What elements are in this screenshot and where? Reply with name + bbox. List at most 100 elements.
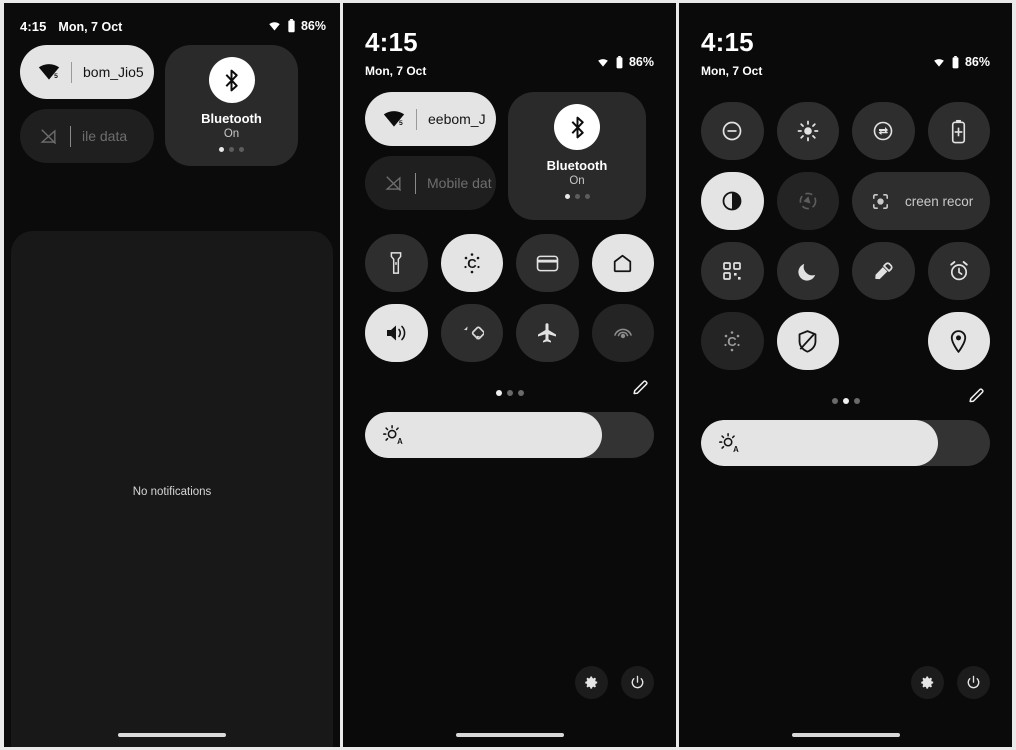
no-notifications-label: No notifications [132,486,212,498]
tile-pager-dots[interactable] [495,389,524,396]
color-temperature-c-icon: C [459,250,485,276]
settings-button[interactable] [911,666,944,699]
auto-rotate-tile[interactable] [440,304,503,362]
status-date: Mon, 7 Oct [58,19,123,34]
gesture-nav-bar[interactable] [4,733,340,737]
flashlight-tile[interactable] [365,234,428,292]
wifi-chip[interactable]: 5 eebom_J [365,92,496,146]
sound-tile[interactable] [365,304,428,362]
do-not-disturb-tile[interactable] [701,102,764,160]
color-temperature-tile[interactable]: C [440,234,503,292]
bluetooth-tile-title: Bluetooth [546,158,608,173]
panel-expanded-quick-settings-page1: 4:15 Mon, 7 Oct 86% 5 eebom_J Mobile dat… [343,3,676,747]
chip-divider [416,108,417,130]
screen-record-tile[interactable]: creen recor [852,172,990,230]
chip-divider [70,125,71,147]
notification-shade: No notifications [11,231,333,747]
quick-settings-top-row: 5 eebom_J Mobile dat Bluetooth On [343,78,676,220]
screenshot-root: 4:15 Mon, 7 Oct 86% 5 bom_Jio5 ile data … [0,0,1016,750]
quick-settings-header: 4:15 Mon, 7 Oct 86% [343,3,676,78]
svg-text:C: C [728,334,738,349]
shade-footer-buttons [911,666,990,699]
edit-tiles-button[interactable] [631,378,650,397]
gesture-nav-bar[interactable] [679,733,1012,737]
chip-divider [71,61,72,83]
wifi-chip[interactable]: 5 bom_Jio5 [20,45,154,99]
svg-text:A: A [397,437,403,446]
settings-button[interactable] [575,666,608,699]
chip-divider [415,172,416,194]
nearby-share-tile[interactable] [776,172,839,230]
clock-time[interactable]: 4:15 [365,29,656,55]
bluetooth-tile-pager [564,194,590,199]
clock-time[interactable]: 4:15 [701,29,992,55]
alarm-tile[interactable] [927,242,990,300]
airplane-icon [535,321,559,345]
brightness-slider-fill: A [701,420,938,466]
status-bar: 4:15 Mon, 7 Oct 86% [4,3,340,37]
color-correction-tile[interactable]: C [701,312,764,370]
mobile-data-chip[interactable]: ile data [20,109,154,163]
mobile-data-chip-label: Mobile dat [427,175,492,191]
battery-saver-tile[interactable] [927,102,990,160]
color-inversion-tile[interactable] [701,172,764,230]
bluetooth-tile[interactable]: Bluetooth On [165,45,298,166]
color-temperature-c-icon: C [719,328,745,354]
mobile-data-off-icon [38,127,59,146]
battery-percent: 86% [964,55,990,69]
shield-icon [796,329,819,354]
power-button[interactable] [621,666,654,699]
quick-settings-top-row: 5 bom_Jio5 ile data Bluetooth On [4,37,340,166]
mobile-data-chip[interactable]: Mobile dat [365,156,496,210]
vpn-tile[interactable] [776,312,839,370]
auto-rotate-icon [460,321,484,345]
auto-brightness-icon: A [382,424,404,446]
tile-pager-dots[interactable] [831,397,860,404]
data-saver-tile[interactable] [852,102,915,160]
quick-settings-header: 4:15 Mon, 7 Oct 86% [679,3,1012,78]
alarm-clock-icon [947,259,971,283]
qr-scanner-tile[interactable] [701,242,764,300]
wifi-signal-icon: 5 [383,110,405,128]
brightness-slider[interactable]: A [701,420,990,466]
eyedropper-icon [872,260,895,283]
bluetooth-tile-state: On [569,175,585,187]
svg-text:5: 5 [399,120,403,127]
brightness-slider-fill: A [365,412,602,458]
brightness-slider-wrapper: A [679,408,1012,466]
battery-icon [287,19,296,33]
nearby-share-icon [796,189,820,213]
hotspot-tile[interactable] [591,304,654,362]
battery-percent: 86% [628,55,654,69]
status-icons: 86% [596,55,654,69]
bluetooth-tile[interactable]: Bluetooth On [508,92,646,220]
bluetooth-tile-pager [219,147,244,152]
gesture-nav-bar[interactable] [343,733,676,737]
svg-text:C: C [467,256,477,271]
tile-pager-row [679,386,1012,408]
airplane-mode-tile[interactable] [516,304,579,362]
empty-tile-slot [852,312,915,370]
battery-icon [615,55,624,69]
battery-percent: 86% [300,19,326,33]
bluetooth-tile-state: On [223,128,240,140]
wifi-icon [596,57,610,68]
color-picker-tile[interactable] [852,242,915,300]
volume-up-icon [384,322,408,344]
location-tile[interactable] [927,312,990,370]
wifi-icon [267,20,282,32]
power-button[interactable] [957,666,990,699]
wallet-tile[interactable] [516,234,579,292]
brightness-slider-wrapper: A [343,400,676,458]
wifi-chip-label: bom_Jio5 [83,64,144,80]
edit-tiles-button[interactable] [967,386,986,405]
dark-theme-tile[interactable] [776,242,839,300]
flashlight-icon [386,251,406,275]
wifi-icon [932,57,946,68]
brightness-slider[interactable]: A [365,412,654,458]
device-controls-tile[interactable] [591,234,654,292]
bluetooth-icon [208,57,255,103]
shade-footer-buttons [575,666,654,699]
night-light-tile[interactable] [776,102,839,160]
auto-brightness-icon: A [718,432,740,454]
